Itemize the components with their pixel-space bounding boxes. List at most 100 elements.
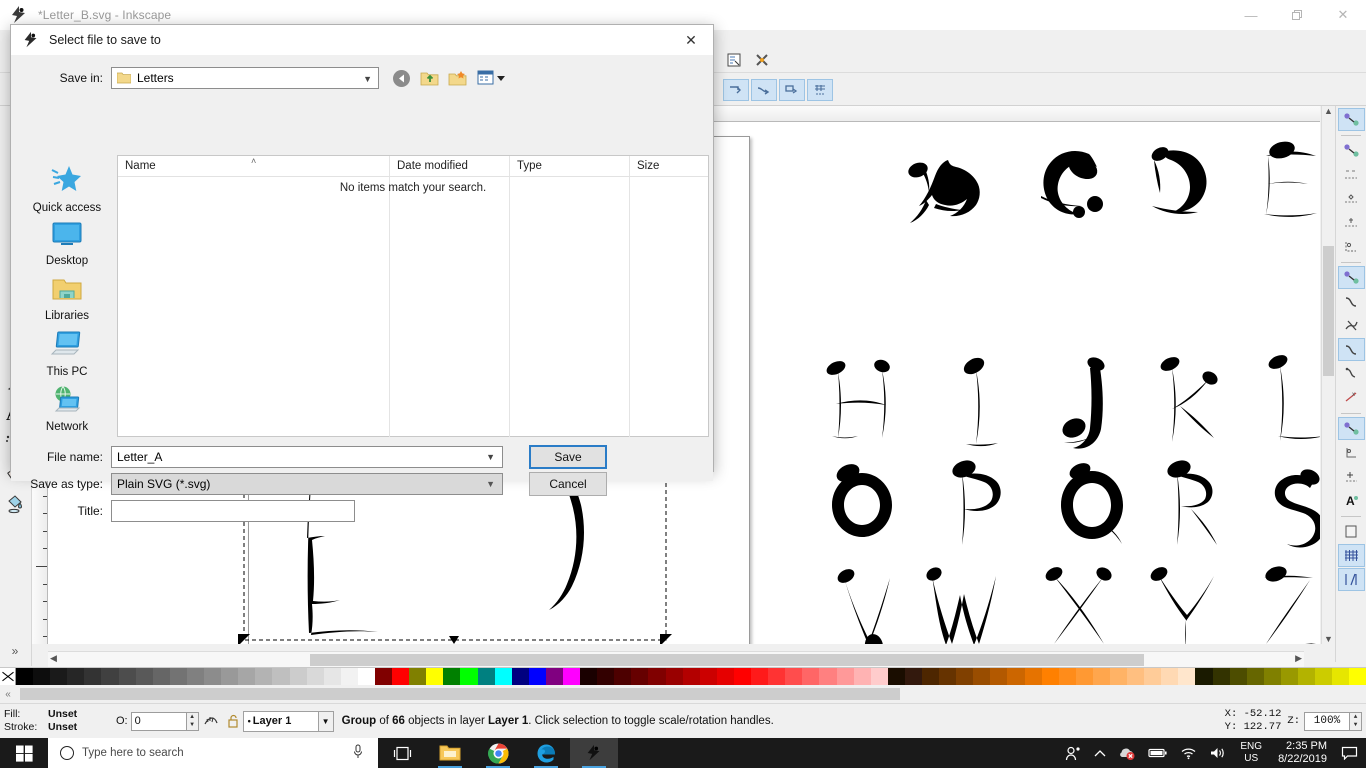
palette-swatch[interactable] [990, 668, 1008, 686]
palette-swatch[interactable] [802, 668, 820, 686]
snap-path-icon[interactable] [1338, 290, 1365, 313]
onedrive-error-icon[interactable] [1112, 746, 1142, 760]
volume-icon[interactable] [1203, 746, 1232, 760]
snap-bbox-icon[interactable] [779, 78, 805, 101]
palette-swatch[interactable] [716, 668, 734, 686]
palette-swatch[interactable] [306, 668, 324, 686]
palette-swatch[interactable] [733, 668, 752, 686]
file-list[interactable]: Name Date modified Type Size ˄ No items … [117, 155, 709, 437]
canvas-horizontal-scrollbar[interactable]: ◀ ▶ [48, 651, 1304, 667]
layer-selector[interactable]: • Layer 1 [242, 710, 319, 732]
palette-swatch[interactable] [1246, 668, 1264, 686]
palette-swatch[interactable] [904, 668, 922, 686]
horizontal-scroll-thumb[interactable] [310, 654, 1144, 666]
palette-swatch[interactable] [477, 668, 495, 686]
palette-swatch[interactable] [84, 668, 102, 686]
taskbar-app-file-explorer[interactable] [426, 738, 474, 768]
snap-guide-lines-icon[interactable] [1337, 568, 1365, 591]
palette-swatch[interactable] [682, 668, 700, 686]
palette-swatch[interactable] [135, 668, 153, 686]
save-as-type-combo[interactable]: Plain SVG (*.svg) ▼ [111, 473, 503, 495]
clock[interactable]: 2:35 PM 8/22/2019 [1270, 740, 1335, 766]
palette-swatch[interactable] [956, 668, 974, 686]
palette-swatch[interactable] [1007, 668, 1025, 686]
palette-swatch[interactable] [443, 668, 461, 686]
tools-overflow-button[interactable]: » [0, 636, 30, 666]
palette-swatch[interactable] [631, 668, 649, 686]
stroke-value[interactable]: Unset [48, 721, 114, 734]
place-this-pc[interactable]: This PC [21, 327, 113, 382]
palette-swatch[interactable] [255, 668, 273, 686]
palette-swatch[interactable] [1178, 668, 1196, 686]
palette-swatch[interactable] [494, 668, 512, 686]
search-box[interactable]: Type here to search [48, 738, 378, 768]
palette-swatch[interactable] [101, 668, 119, 686]
none-color-swatch[interactable] [0, 668, 16, 686]
microphone-icon[interactable] [352, 744, 364, 762]
task-view-button[interactable] [378, 738, 426, 768]
view-list-icon[interactable] [475, 66, 509, 90]
palette-swatch[interactable] [511, 668, 529, 686]
snap-bbox-center-icon[interactable] [1338, 211, 1365, 234]
opacity-input[interactable]: 0 [130, 711, 187, 731]
palette-swatch[interactable] [221, 668, 239, 686]
canvas-vertical-scrollbar[interactable]: ▲ ▼ [1321, 106, 1335, 644]
palette-swatch[interactable] [33, 668, 51, 686]
snap-text-baseline-icon[interactable]: A [1338, 489, 1365, 512]
palette-swatch[interactable] [374, 668, 393, 686]
fill-value[interactable]: Unset [48, 708, 114, 721]
place-network[interactable]: Network [21, 382, 113, 437]
place-libraries[interactable]: Libraries [21, 271, 113, 326]
palette-swatch[interactable] [1110, 668, 1128, 686]
snap-grid-icon[interactable] [807, 78, 833, 101]
palette-swatch[interactable] [1024, 668, 1042, 686]
scroll-up-arrow[interactable]: ▲ [1322, 106, 1335, 116]
chevron-down-icon[interactable]: ▼ [363, 68, 372, 90]
snap-object-center-icon[interactable] [1338, 441, 1365, 464]
palette-swatch[interactable] [204, 668, 222, 686]
palette-swatch[interactable] [289, 668, 307, 686]
palette-scrollbar[interactable]: « [0, 685, 1366, 703]
palette-swatch[interactable] [67, 668, 85, 686]
taskbar-app-inkscape[interactable] [570, 738, 618, 768]
scroll-right-arrow[interactable]: ▶ [1295, 653, 1302, 664]
start-button[interactable] [0, 738, 48, 768]
color-palette[interactable] [0, 667, 1366, 686]
snap-to-cusp-node-icon[interactable] [1337, 338, 1365, 361]
palette-swatch[interactable] [545, 668, 563, 686]
palette-swatch[interactable] [16, 668, 34, 686]
restore-button[interactable] [1274, 0, 1320, 30]
chevron-down-icon[interactable]: ▼ [486, 474, 495, 494]
palette-swatch[interactable] [836, 668, 854, 686]
place-desktop[interactable]: Desktop [21, 216, 113, 271]
snap-smooth-node-icon[interactable] [1338, 362, 1365, 385]
palette-swatch[interactable] [973, 668, 991, 686]
minimize-button[interactable]: — [1228, 0, 1274, 30]
scroll-left-arrow[interactable]: ◀ [50, 653, 57, 664]
palette-swatch[interactable] [1075, 668, 1093, 686]
palette-swatch[interactable] [1349, 668, 1366, 686]
palette-swatch[interactable] [1332, 668, 1350, 686]
title-input[interactable] [111, 500, 355, 522]
chevron-down-icon[interactable]: ▼ [486, 447, 495, 467]
palette-swatch[interactable] [785, 668, 803, 686]
palette-swatch[interactable] [118, 668, 136, 686]
zoom-input[interactable]: 100% [1304, 711, 1350, 731]
palette-swatch[interactable] [1144, 668, 1162, 686]
palette-swatch[interactable] [1280, 668, 1299, 686]
language-indicator[interactable]: ENG US [1232, 741, 1270, 765]
snap-page-icon[interactable] [1338, 520, 1365, 543]
palette-swatch[interactable] [1041, 668, 1059, 686]
save-in-combo[interactable]: Letters ▼ [111, 67, 379, 89]
palette-swatch[interactable] [1161, 668, 1179, 686]
palette-scroll-thumb[interactable] [20, 688, 900, 700]
palette-swatch[interactable] [1212, 668, 1230, 686]
battery-icon[interactable] [1142, 747, 1174, 759]
dialog-close-button[interactable]: ✕ [669, 25, 713, 55]
palette-swatch[interactable] [340, 668, 358, 686]
palette-swatch[interactable] [460, 668, 478, 686]
layer-dropdown-arrow-icon[interactable]: ▼ [318, 710, 334, 732]
palette-swatch[interactable] [699, 668, 717, 686]
snap-bbox-corner-icon[interactable] [1338, 163, 1365, 186]
palette-swatch[interactable] [323, 668, 341, 686]
